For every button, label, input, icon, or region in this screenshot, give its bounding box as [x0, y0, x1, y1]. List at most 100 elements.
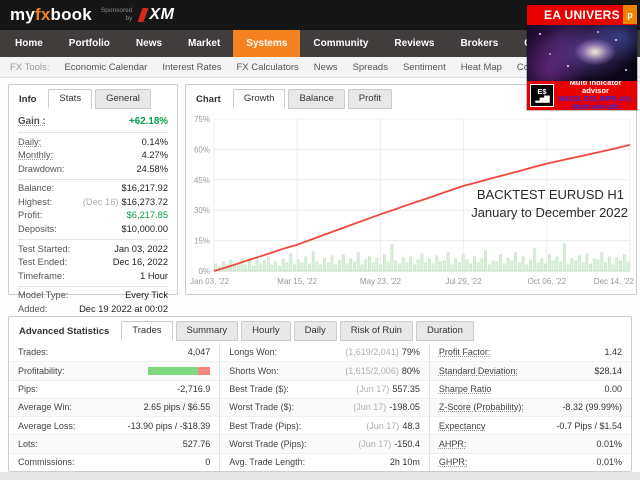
stats-value: (Jun 17) -198.05: [353, 402, 420, 413]
stats-value: (Jun 17) 557.35: [356, 384, 420, 395]
xm-logo[interactable]: XM: [137, 6, 174, 24]
stats-tabrow: Advanced Statistics Trades Summary Hourly D…: [9, 317, 631, 341]
stats-value: 0.00: [604, 384, 622, 395]
info-label: Timeframe:: [18, 270, 65, 281]
stats-label: Avg. Trade Length:: [229, 457, 306, 468]
fx-tool-news[interactable]: News: [314, 62, 338, 73]
nav-item-portfolio[interactable]: Portfolio: [56, 30, 123, 57]
info-label[interactable]: Monthly:: [18, 149, 53, 163]
info-label: Model Type:: [18, 290, 69, 301]
svg-text:BACKTEST EURUSD H1: BACKTEST EURUSD H1: [477, 187, 624, 202]
chart-panel: Chart Growth Balance Profit 0% 15% 30% 45% 60%…: [185, 84, 637, 295]
tab-risk-of-ruin[interactable]: Risk of Ruin: [339, 321, 413, 341]
stats-row: Profitability:: [9, 361, 220, 380]
stats-row: Shorts Won: (1,615/2,006) 80%: [220, 361, 429, 380]
growth-chart[interactable]: 0% 15% 30% 45% 60% 75% Jan 03, '22 Mar 15, '22 M…: [188, 111, 636, 293]
stats-label: Longs Won:: [229, 347, 278, 358]
tab-summary[interactable]: Summary: [175, 321, 239, 341]
svg-text:15%: 15%: [194, 237, 210, 246]
tab-stats[interactable]: Stats: [48, 89, 93, 109]
stats-label: Pips:: [18, 384, 39, 395]
nav-item-news[interactable]: News: [123, 30, 175, 57]
info-value: $16,217.92: [121, 183, 168, 194]
profitability-bar: [148, 366, 211, 375]
stats-label[interactable]: Z-Score (Probability):: [439, 402, 524, 412]
stats-label[interactable]: AHPR:: [439, 439, 467, 449]
tab-general[interactable]: General: [95, 89, 151, 109]
nav-item-brokers[interactable]: Brokers: [447, 30, 511, 57]
stats-value: -8.32 (99.99%): [562, 402, 622, 413]
stats-value: $28.14: [594, 365, 622, 376]
fx-tool-interest-rates[interactable]: Interest Rates: [162, 62, 221, 73]
tab-hourly[interactable]: Hourly: [241, 321, 291, 341]
svg-text:Mar 15, '22: Mar 15, '22: [277, 277, 317, 286]
fx-tool-economic-calendar[interactable]: Economic Calendar: [64, 62, 147, 73]
info-value: $6,217.85: [126, 210, 168, 221]
info-row: Test Started: Jan 03, 2022: [18, 243, 168, 257]
stats-label: Best Trade (Pips):: [229, 420, 302, 431]
nav-item-home[interactable]: Home: [2, 30, 56, 57]
galaxy-image[interactable]: [527, 25, 637, 81]
stats-label[interactable]: Sharpe Ratio: [439, 384, 492, 394]
stats-row: Profit Factor: 1.42: [430, 343, 631, 361]
fx-tool-sentiment[interactable]: Sentiment: [403, 62, 446, 73]
svg-text:Jan 03, '22: Jan 03, '22: [190, 277, 229, 286]
ea-univers-ad-banner[interactable]: EA UNIVERS p E$ ▂▅▇ Multi Indicator advi…: [527, 5, 637, 111]
info-row: Monthly: 4.27%: [18, 149, 168, 163]
fx-tool-heat-map[interactable]: Heat Map: [461, 62, 502, 73]
stats-row: Longs Won: (1,619/2,041) 79%: [220, 343, 429, 361]
info-group: Gain : +62.18%: [18, 110, 168, 133]
tab-duration[interactable]: Duration: [415, 321, 474, 341]
stats-label[interactable]: Profit Factor:: [439, 347, 491, 357]
nav-item-reviews[interactable]: Reviews: [381, 30, 447, 57]
tab-trades[interactable]: Trades: [121, 321, 173, 341]
tab-daily[interactable]: Daily: [293, 321, 337, 341]
stats-row: Average Win: 2.65 pips / $6.55: [9, 397, 220, 417]
nav-item-market[interactable]: Market: [175, 30, 233, 57]
stats-value: -2,716.9: [177, 384, 211, 395]
tab-growth[interactable]: Growth: [232, 89, 286, 109]
ad-title[interactable]: EA UNIVERS: [527, 5, 637, 25]
stats-value: -13.90 pips / -$18.39: [127, 420, 211, 431]
stats-row: GHPR: 0.01%: [429, 452, 631, 471]
stats-label: Trades:: [18, 347, 49, 358]
myfxbook-logo[interactable]: myfxbook: [10, 5, 92, 25]
stats-row: Standard Deviation: $28.14: [429, 361, 631, 380]
info-value: 4.27%: [141, 150, 168, 161]
svg-text:Jul 29, '22: Jul 29, '22: [445, 277, 482, 286]
advanced-statistics-panel: Advanced Statistics Trades Summary Hourly D…: [8, 316, 632, 472]
info-row: Daily: 0.14%: [18, 136, 168, 150]
stats-value: 0.01%: [596, 439, 622, 450]
stats-label[interactable]: Standard Deviation:: [439, 366, 518, 376]
info-label[interactable]: Gain :: [18, 113, 46, 130]
svg-text:60%: 60%: [194, 145, 210, 154]
info-group: Daily: 0.14% Monthly: 4.27% Drawdown: 24.58%: [18, 133, 168, 180]
stats-value: 4,047: [187, 347, 211, 358]
info-row: Model Type: Every Tick: [18, 289, 168, 303]
info-row: Timeframe: 1 Hour: [18, 270, 168, 284]
stats-row: Lots: 527.76: [9, 434, 220, 453]
svg-text:Oct 06, '22: Oct 06, '22: [528, 277, 567, 286]
svg-text:45%: 45%: [194, 176, 210, 185]
info-section-label: Info: [19, 94, 37, 105]
nav-item-community[interactable]: Community: [300, 30, 381, 57]
stats-value: 0: [205, 457, 211, 468]
stats-row: Sharpe Ratio 0.00: [429, 379, 631, 398]
fx-tool-fx-calculators[interactable]: FX Calculators: [236, 62, 298, 73]
info-label[interactable]: Daily:: [18, 136, 41, 150]
fx-tool-spreads[interactable]: Spreads: [353, 62, 388, 73]
stats-label[interactable]: GHPR:: [439, 457, 468, 467]
ad-footer[interactable]: E$ ▂▅▇ Multi Indicator advisor MACD, CCI…: [527, 78, 637, 111]
info-group: Model Type: Every Tick Added: Dec 19 2022 a…: [18, 287, 168, 319]
stats-label[interactable]: Expectancy: [439, 421, 486, 431]
chart-section-label: Chart: [196, 94, 221, 105]
stats-column-1: Trades: 4,047 Profitability: Pips: -2,716.9 A…: [9, 343, 220, 471]
tab-balance[interactable]: Balance: [288, 89, 345, 109]
stats-value-prefix: (1,615/2,006): [345, 365, 399, 376]
info-label: Balance:: [18, 183, 55, 194]
tab-profit[interactable]: Profit: [347, 89, 392, 109]
info-row: Drawdown: 24.58%: [18, 163, 168, 177]
stats-value: -0.7 Pips / $1.54: [556, 420, 622, 431]
info-panel: Info Stats General Gain : +62.18% Daily: 0.1…: [8, 84, 178, 314]
nav-item-systems[interactable]: Systems: [233, 30, 301, 57]
